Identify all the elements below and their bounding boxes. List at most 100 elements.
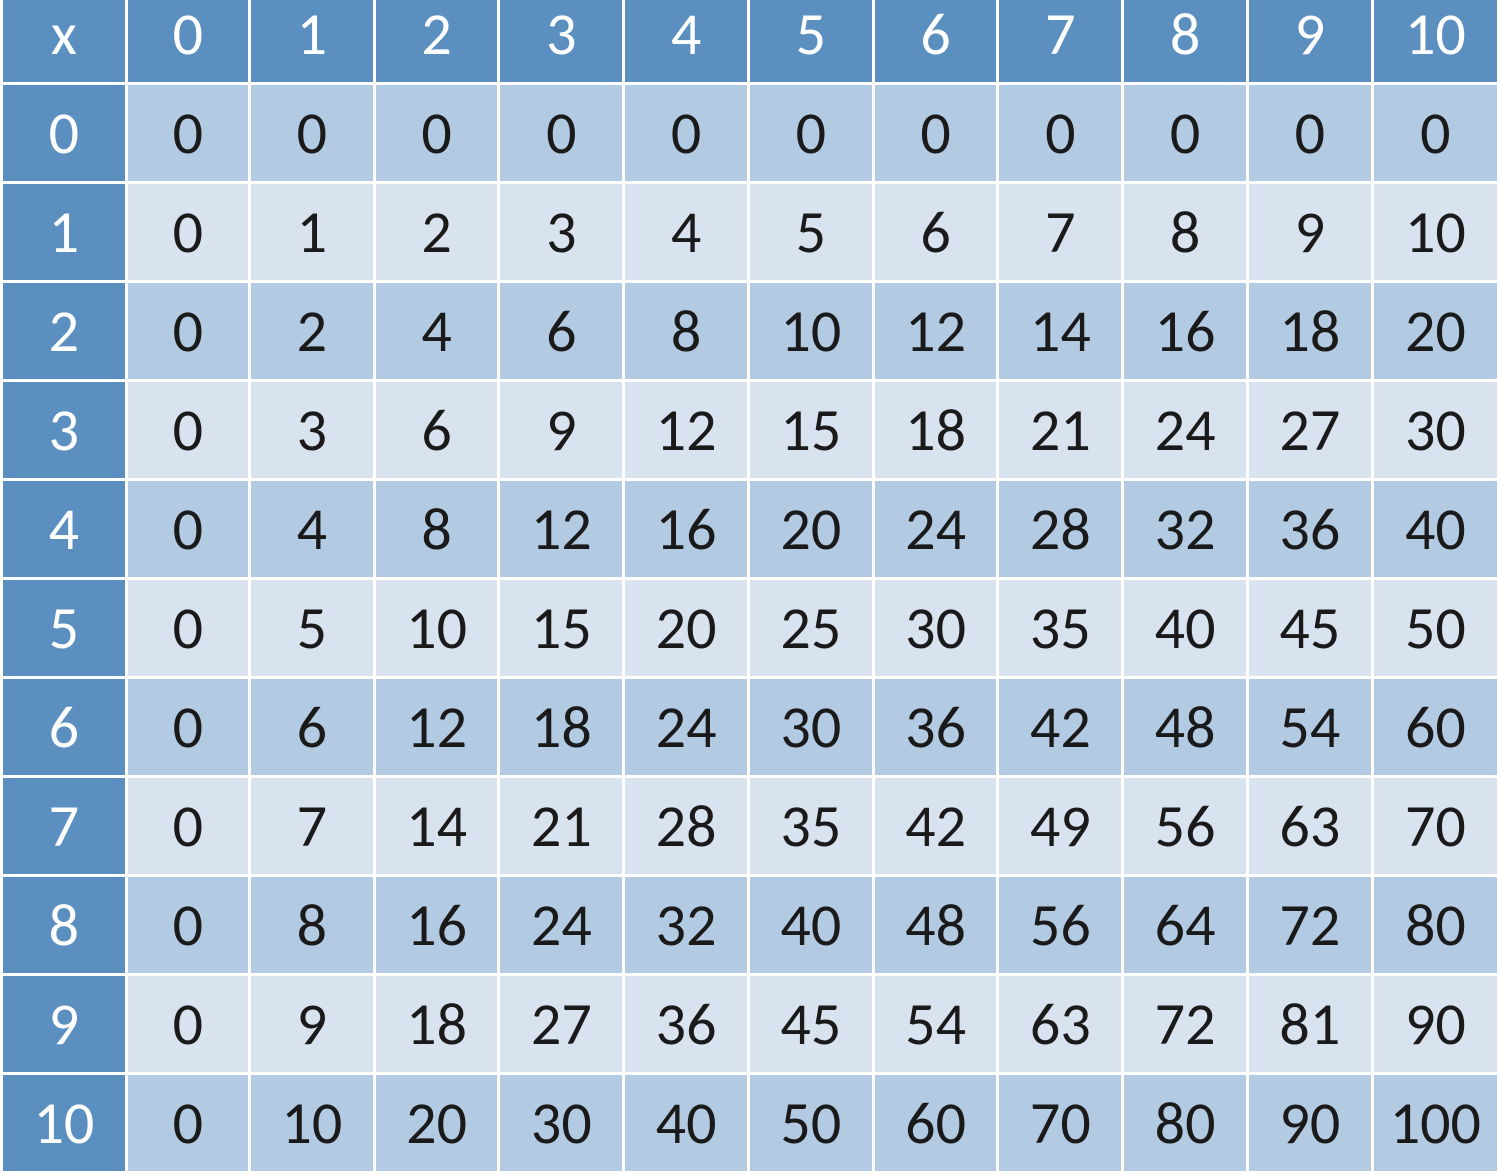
table-cell: 40 xyxy=(1374,481,1497,577)
table-cell: 0 xyxy=(999,85,1121,181)
table-cell: 21 xyxy=(999,382,1121,478)
table-cell: 24 xyxy=(1124,382,1246,478)
row-header: 7 xyxy=(3,778,125,874)
table-cell: 7 xyxy=(251,778,373,874)
table-cell: 48 xyxy=(875,877,997,973)
multiplication-table: x012345678910000000000000101234567891020… xyxy=(0,0,1500,1174)
table-cell: 48 xyxy=(1124,679,1246,775)
table-cell: 45 xyxy=(1249,580,1371,676)
table-cell: 6 xyxy=(376,382,498,478)
multiplication-table-container: x012345678910000000000000101234567891020… xyxy=(0,0,1500,1157)
table-cell: 42 xyxy=(875,778,997,874)
table-cell: 18 xyxy=(376,976,498,1072)
table-cell: 27 xyxy=(500,976,622,1072)
table-row: 000000000000 xyxy=(3,85,1497,181)
row-header: 9 xyxy=(3,976,125,1072)
table-cell: 24 xyxy=(500,877,622,973)
table-cell: 0 xyxy=(1249,85,1371,181)
table-cell: 20 xyxy=(625,580,747,676)
table-cell: 8 xyxy=(376,481,498,577)
table-cell: 72 xyxy=(1249,877,1371,973)
table-cell: 10 xyxy=(1374,184,1497,280)
row-header: 4 xyxy=(3,481,125,577)
table-cell: 7 xyxy=(999,184,1121,280)
table-cell: 0 xyxy=(251,85,373,181)
table-cell: 54 xyxy=(875,976,997,1072)
table-cell: 24 xyxy=(875,481,997,577)
table-cell: 0 xyxy=(1124,85,1246,181)
table-cell: 10 xyxy=(750,283,872,379)
table-body: x012345678910000000000000101234567891020… xyxy=(3,0,1497,1171)
table-cell: 1 xyxy=(251,184,373,280)
table-cell: 56 xyxy=(999,877,1121,973)
table-cell: 36 xyxy=(875,679,997,775)
table-cell: 90 xyxy=(1374,976,1497,1072)
table-cell: 0 xyxy=(128,382,248,478)
table-cell: 0 xyxy=(500,85,622,181)
table-cell: 30 xyxy=(750,679,872,775)
table-cell: 50 xyxy=(1374,580,1497,676)
table-cell: 16 xyxy=(625,481,747,577)
table-cell: 8 xyxy=(251,877,373,973)
table-cell: 30 xyxy=(875,580,997,676)
table-cell: 15 xyxy=(750,382,872,478)
column-header: 1 xyxy=(251,0,373,82)
table-cell: 63 xyxy=(999,976,1121,1072)
table-cell: 0 xyxy=(625,85,747,181)
table-cell: 0 xyxy=(128,877,248,973)
table-cell: 0 xyxy=(750,85,872,181)
table-cell: 18 xyxy=(500,679,622,775)
table-cell: 36 xyxy=(1249,481,1371,577)
column-header: 3 xyxy=(500,0,622,82)
column-header: 5 xyxy=(750,0,872,82)
table-cell: 32 xyxy=(625,877,747,973)
table-cell: 5 xyxy=(251,580,373,676)
table-cell: 8 xyxy=(1124,184,1246,280)
table-cell: 0 xyxy=(128,481,248,577)
table-cell: 8 xyxy=(625,283,747,379)
table-cell: 14 xyxy=(376,778,498,874)
table-cell: 4 xyxy=(376,283,498,379)
table-cell: 0 xyxy=(128,85,248,181)
table-cell: 2 xyxy=(376,184,498,280)
table-cell: 25 xyxy=(750,580,872,676)
table-cell: 70 xyxy=(1374,778,1497,874)
table-cell: 54 xyxy=(1249,679,1371,775)
table-row: 707142128354249566370 xyxy=(3,778,1497,874)
table-cell: 9 xyxy=(500,382,622,478)
table-cell: 35 xyxy=(750,778,872,874)
table-row: 1012345678910 xyxy=(3,184,1497,280)
row-header: 3 xyxy=(3,382,125,478)
table-row: 3036912151821242730 xyxy=(3,382,1497,478)
table-cell: 16 xyxy=(1124,283,1246,379)
table-cell: 4 xyxy=(625,184,747,280)
table-cell: 64 xyxy=(1124,877,1246,973)
table-cell: 20 xyxy=(750,481,872,577)
table-cell: 28 xyxy=(999,481,1121,577)
table-cell: 18 xyxy=(1249,283,1371,379)
table-cell: 20 xyxy=(1374,283,1497,379)
table-cell: 42 xyxy=(999,679,1121,775)
table-cell: 6 xyxy=(875,184,997,280)
table-cell: 27 xyxy=(1249,382,1371,478)
row-header: 2 xyxy=(3,283,125,379)
table-cell: 9 xyxy=(251,976,373,1072)
column-header: 6 xyxy=(875,0,997,82)
table-cell: 40 xyxy=(1124,580,1246,676)
row-header: 0 xyxy=(3,85,125,181)
column-header: 7 xyxy=(999,0,1121,82)
table-cell: 0 xyxy=(128,679,248,775)
table-cell: 80 xyxy=(1374,877,1497,973)
table-cell: 3 xyxy=(251,382,373,478)
table-row: 40481216202428323640 xyxy=(3,481,1497,577)
table-cell: 5 xyxy=(750,184,872,280)
table-cell: 21 xyxy=(500,778,622,874)
row-header: 5 xyxy=(3,580,125,676)
table-cell: 0 xyxy=(128,184,248,280)
table-cell: 49 xyxy=(999,778,1121,874)
row-header: 1 xyxy=(3,184,125,280)
table-cell: 2 xyxy=(251,283,373,379)
table-row: 808162432404856647280 xyxy=(3,877,1497,973)
table-cell: 6 xyxy=(500,283,622,379)
table-cell: 12 xyxy=(625,382,747,478)
